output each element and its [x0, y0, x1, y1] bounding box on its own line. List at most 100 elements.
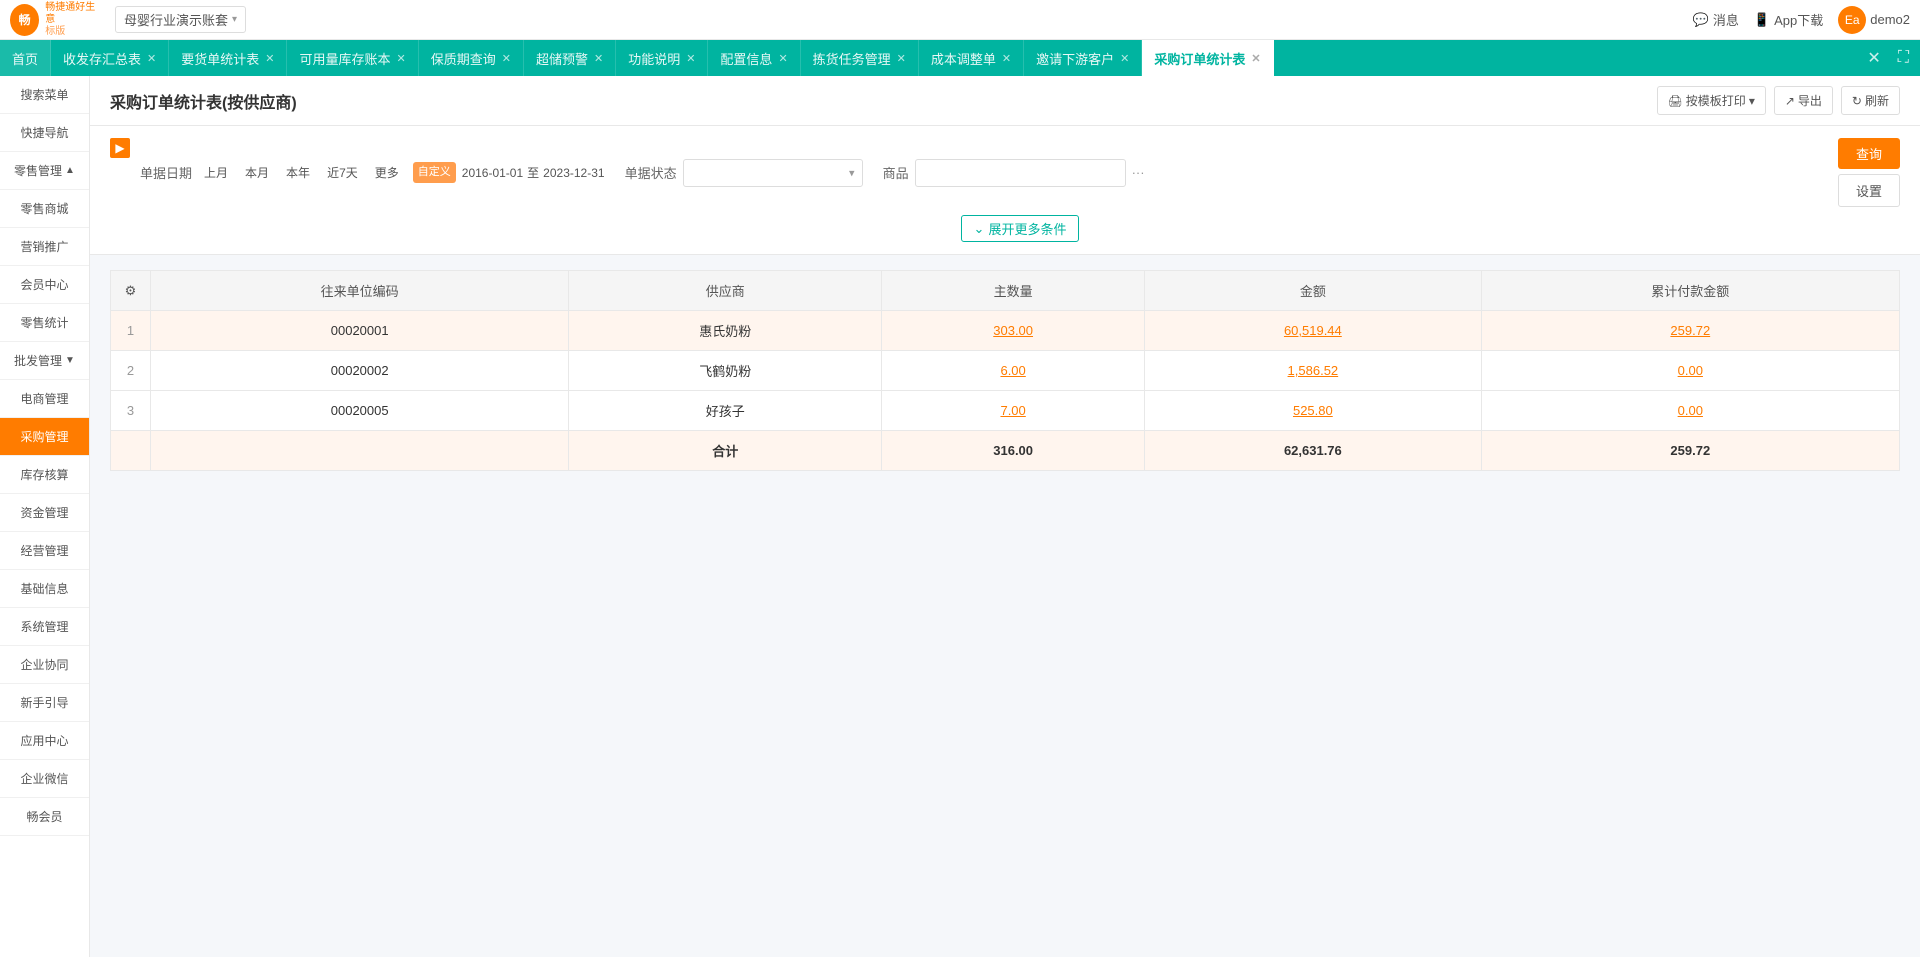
- expand-filters-button[interactable]: ⌄ 展开更多条件: [961, 215, 1080, 242]
- page-title: 采购订单统计表(按供应商): [110, 89, 297, 113]
- sidebar-item-member[interactable]: 会员中心: [0, 266, 89, 304]
- user-avatar: Ea: [1838, 6, 1866, 34]
- footer-row: 合计 316.00 62,631.76 259.72: [111, 431, 1900, 471]
- tab-cost-adjust[interactable]: 成本调整单 ✕: [919, 40, 1024, 76]
- row-quantity-3[interactable]: 7.00: [882, 391, 1145, 431]
- close-icon[interactable]: ✕: [397, 52, 406, 65]
- data-table: ⚙ 往来单位编码 供应商 主数量 金额: [110, 270, 1900, 471]
- gear-icon: ⚙: [125, 283, 137, 298]
- tab-order-stats[interactable]: 要货单统计表 ✕: [169, 40, 287, 76]
- content-area: 采购订单统计表(按供应商) 🖨 按模板打印 ▾ ↗ 导出 ↻ 刷新: [90, 76, 1920, 957]
- refresh-button[interactable]: ↻ 刷新: [1841, 86, 1900, 115]
- shortcut-this-year[interactable]: 本年: [280, 162, 316, 183]
- top-bar: 畅 畅捷通好生意 标版 母婴行业演示账套 ▾ 💬 消息 📱 App下载 Ea d…: [0, 0, 1920, 40]
- logo-icon: 畅: [10, 4, 39, 36]
- more-options-icon[interactable]: ···: [1132, 165, 1145, 180]
- row-quantity-2[interactable]: 6.00: [882, 351, 1145, 391]
- sidebar-item-retail-stats[interactable]: 零售统计: [0, 304, 89, 342]
- amount-column-header: 金额: [1145, 271, 1481, 311]
- query-btn-area: 查询 设置: [1838, 138, 1900, 207]
- close-icon[interactable]: ✕: [594, 52, 603, 65]
- tab-overstock[interactable]: 超储预警 ✕: [524, 40, 616, 76]
- table-body: 1 00020001 惠氏奶粉 303.00 60,519.44 259.72 …: [111, 311, 1900, 431]
- row-paid-3[interactable]: 0.00: [1481, 391, 1899, 431]
- shortcut-prev-month[interactable]: 上月: [198, 162, 234, 183]
- settings-column-header[interactable]: ⚙: [111, 271, 151, 311]
- maximize-icon[interactable]: ⛶: [1892, 47, 1915, 69]
- tab-expiry-query[interactable]: 保质期查询 ✕: [419, 40, 524, 76]
- status-select[interactable]: [683, 159, 863, 187]
- row-paid-2[interactable]: 0.00: [1481, 351, 1899, 391]
- tab-config-info[interactable]: 配置信息 ✕: [708, 40, 800, 76]
- footer-quantity: 316.00: [882, 431, 1145, 471]
- row-paid-1[interactable]: 259.72: [1481, 311, 1899, 351]
- sidebar-item-retail-mgmt[interactable]: 零售管理 ▲: [0, 152, 89, 190]
- close-icon[interactable]: ✕: [147, 52, 156, 65]
- sidebar-item-purchase[interactable]: 采购管理: [0, 418, 89, 456]
- row-amount-1[interactable]: 60,519.44: [1145, 311, 1481, 351]
- sidebar-item-vip[interactable]: 畅会员: [0, 798, 89, 836]
- app-download-btn[interactable]: 📱 App下载: [1754, 10, 1823, 29]
- sidebar-item-new-guide[interactable]: 新手引导: [0, 684, 89, 722]
- tab-home[interactable]: 首页: [0, 40, 51, 76]
- nav-tabs: 首页 收发存汇总表 ✕ 要货单统计表 ✕ 可用量库存账本 ✕ 保质期查询 ✕ 超…: [0, 40, 1920, 76]
- close-icon[interactable]: ✕: [1120, 52, 1129, 65]
- sidebar-item-retail-store[interactable]: 零售商城: [0, 190, 89, 228]
- sidebar-item-operations[interactable]: 经营管理: [0, 532, 89, 570]
- close-icon[interactable]: ✕: [778, 52, 787, 65]
- download-icon: 📱: [1754, 12, 1770, 28]
- refresh-icon: ↻: [1852, 94, 1862, 108]
- close-icon[interactable]: ✕: [265, 52, 274, 65]
- sidebar-item-search[interactable]: 搜索菜单: [0, 76, 89, 114]
- goods-input[interactable]: [915, 159, 1126, 187]
- tab-function-desc[interactable]: 功能说明 ✕: [616, 40, 708, 76]
- message-btn[interactable]: 💬 消息: [1693, 10, 1739, 29]
- sidebar-item-basic-info[interactable]: 基础信息: [0, 570, 89, 608]
- sidebar-item-enterprise-collab[interactable]: 企业协同: [0, 646, 89, 684]
- close-icon[interactable]: ✕: [686, 52, 695, 65]
- tab-purchase-order-stats[interactable]: 采购订单统计表 ✕: [1142, 40, 1273, 76]
- sidebar-item-quick-nav[interactable]: 快捷导航: [0, 114, 89, 152]
- export-icon: ↗: [1785, 94, 1795, 108]
- page-header: 采购订单统计表(按供应商) 🖨 按模板打印 ▾ ↗ 导出 ↻ 刷新: [90, 76, 1920, 126]
- header-actions: 🖨 按模板打印 ▾ ↗ 导出 ↻ 刷新: [1657, 86, 1900, 115]
- tab-collect-pay[interactable]: 收发存汇总表 ✕: [51, 40, 169, 76]
- chevron-down-icon: ▼: [65, 355, 75, 366]
- row-amount-2[interactable]: 1,586.52: [1145, 351, 1481, 391]
- workspace-selector[interactable]: 母婴行业演示账套 ▾: [115, 6, 246, 33]
- close-icon[interactable]: ✕: [1251, 52, 1260, 65]
- export-button[interactable]: ↗ 导出: [1774, 86, 1833, 115]
- sidebar-item-inventory[interactable]: 库存核算: [0, 456, 89, 494]
- user-profile[interactable]: Ea demo2: [1838, 6, 1910, 34]
- sidebar-item-system[interactable]: 系统管理: [0, 608, 89, 646]
- row-supplier-2: 飞鹤奶粉: [569, 351, 882, 391]
- query-button[interactable]: 查询: [1838, 138, 1900, 169]
- row-quantity-1[interactable]: 303.00: [882, 311, 1145, 351]
- tab-invite-downstream[interactable]: 邀请下游客户 ✕: [1024, 40, 1142, 76]
- sidebar-item-wholesale[interactable]: 批发管理 ▼: [0, 342, 89, 380]
- close-icon[interactable]: ✕: [502, 52, 511, 65]
- chevron-down-icon: ⌄: [974, 221, 985, 237]
- shortcut-this-month[interactable]: 本月: [239, 162, 275, 183]
- close-all-tabs-icon[interactable]: ✕: [1861, 46, 1886, 70]
- table-row: 1 00020001 惠氏奶粉 303.00 60,519.44 259.72: [111, 311, 1900, 351]
- tab-available-stock[interactable]: 可用量库存账本 ✕: [287, 40, 418, 76]
- status-label: 单据状态: [625, 163, 677, 182]
- tab-picking-task[interactable]: 拣货任务管理 ✕: [801, 40, 919, 76]
- sidebar-item-enterprise-wechat[interactable]: 企业微信: [0, 760, 89, 798]
- row-amount-3[interactable]: 525.80: [1145, 391, 1481, 431]
- print-button[interactable]: 🖨 按模板打印 ▾: [1657, 86, 1766, 115]
- sidebar-item-ecommerce[interactable]: 电商管理: [0, 380, 89, 418]
- collapse-arrow-icon[interactable]: ▶: [110, 138, 130, 158]
- filter-main-row: 单据日期 上月 本月 本年 近7天 更多 自定义 2016-01-01: [140, 138, 1900, 207]
- table-row: 3 00020005 好孩子 7.00 525.80 0.00: [111, 391, 1900, 431]
- sidebar-item-finance[interactable]: 资金管理: [0, 494, 89, 532]
- shortcut-more[interactable]: 更多: [369, 162, 405, 183]
- close-icon[interactable]: ✕: [897, 52, 906, 65]
- settings-button[interactable]: 设置: [1838, 174, 1900, 207]
- row-code-2: 00020002: [151, 351, 569, 391]
- shortcut-7days[interactable]: 近7天: [321, 162, 364, 183]
- sidebar-item-marketing[interactable]: 营销推广: [0, 228, 89, 266]
- sidebar-item-app-center[interactable]: 应用中心: [0, 722, 89, 760]
- close-icon[interactable]: ✕: [1002, 52, 1011, 65]
